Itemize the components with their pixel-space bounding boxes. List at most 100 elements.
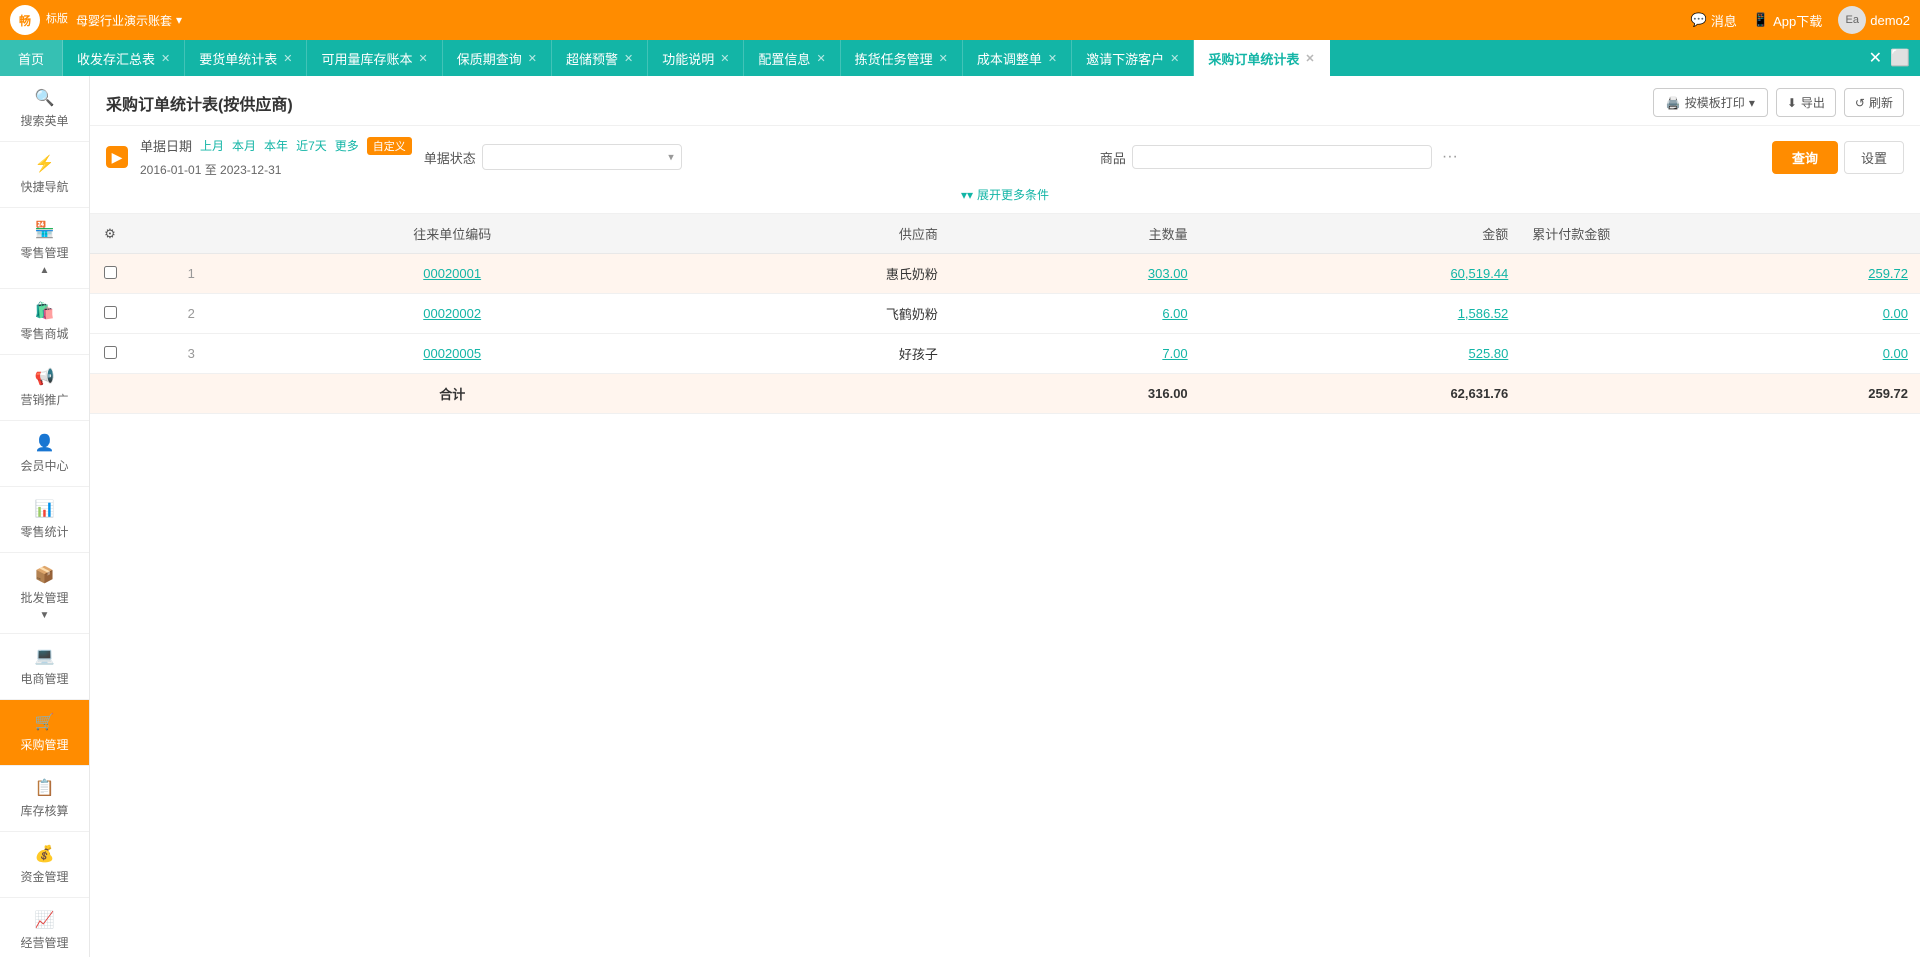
- tab-function-desc[interactable]: 功能说明 ✕: [648, 40, 744, 76]
- paid-amount-link[interactable]: 259.72: [1868, 266, 1908, 281]
- close-function-desc[interactable]: ✕: [720, 52, 729, 65]
- tab-function-desc-label: 功能说明: [662, 49, 714, 68]
- amount-link[interactable]: 1,586.52: [1458, 306, 1509, 321]
- sidebar-item-inventory-check[interactable]: 📋 库存核算: [0, 766, 89, 832]
- tab-overstock-alert[interactable]: 超储预警 ✕: [552, 40, 648, 76]
- main-layout: 🔍 搜索英单 ⚡ 快捷导航 🏪 零售管理 ▲ 🛍️ 零售商城 📢 营销推广 👤 …: [0, 76, 1920, 957]
- user-area[interactable]: Ea demo2: [1838, 6, 1910, 34]
- message-btn[interactable]: 💬 消息: [1691, 11, 1737, 30]
- tab-order-stats[interactable]: 要货单统计表 ✕: [185, 40, 307, 76]
- sidebar-item-quick-nav[interactable]: ⚡ 快捷导航: [0, 142, 89, 208]
- close-stocking-task[interactable]: ✕: [939, 52, 948, 65]
- sidebar-item-purchase-manage[interactable]: 🛒 采购管理: [0, 700, 89, 766]
- tab-cost-adjust[interactable]: 成本调整单 ✕: [963, 40, 1072, 76]
- table-container: ⚙ 往来单位编码 供应商 主数量 金额: [90, 214, 1920, 957]
- workspace-selector[interactable]: 母婴行业演示账套 ▾: [76, 12, 182, 29]
- filter-toggle-button[interactable]: ▶: [106, 146, 128, 168]
- tab-stocking-task-label: 拣货任务管理: [855, 49, 933, 68]
- app-download-btn[interactable]: 📱 App下载: [1753, 11, 1822, 30]
- quantity-link[interactable]: 6.00: [1162, 306, 1187, 321]
- sidebar-item-wholesale-manage[interactable]: 📦 批发管理 ▼: [0, 553, 89, 634]
- tab-config-info[interactable]: 配置信息 ✕: [744, 40, 840, 76]
- tab-purchase-stats[interactable]: 采购订单统计表 ✕: [1194, 40, 1329, 76]
- tab-invite-downstream[interactable]: 邀请下游客户 ✕: [1072, 40, 1194, 76]
- sidebar-item-finance[interactable]: 💰 资金管理: [0, 832, 89, 898]
- shortcut-7days[interactable]: 近7天: [296, 137, 327, 154]
- row-checkbox[interactable]: [104, 346, 117, 359]
- sidebar-item-operation[interactable]: 📈 经营管理: [0, 898, 89, 957]
- row-num-cell: 2: [130, 294, 252, 334]
- unit-code-link[interactable]: 00020005: [423, 346, 481, 361]
- gear-icon[interactable]: ⚙: [104, 226, 116, 241]
- goods-dots-button[interactable]: ···: [1438, 144, 1462, 170]
- sidebar-item-search-label: 搜索英单: [20, 112, 68, 129]
- shortcut-this-month[interactable]: 本月: [232, 137, 256, 154]
- close-overstock-alert[interactable]: ✕: [624, 52, 633, 65]
- quantity-link[interactable]: 303.00: [1148, 266, 1188, 281]
- amount-link[interactable]: 525.80: [1469, 346, 1509, 361]
- close-purchase-stats[interactable]: ✕: [1305, 52, 1314, 65]
- logo-area: 畅 标版: [10, 5, 68, 35]
- filter-area: ▶ 单据日期 上月 本月 本年 近7天 更多 自定义 2016-01-01 至 …: [90, 126, 1920, 214]
- inventory-check-icon: 📋: [35, 778, 55, 798]
- amount-cell: 1,586.52: [1200, 294, 1521, 334]
- row-checkbox[interactable]: [104, 266, 117, 279]
- app-label: App下载: [1773, 11, 1822, 30]
- goods-input[interactable]: [1132, 145, 1432, 169]
- sidebar-item-ecommerce[interactable]: 💻 电商管理: [0, 634, 89, 700]
- sidebar-item-retail-manage-label: 零售管理: [20, 244, 68, 261]
- status-label: 单据状态: [424, 148, 476, 167]
- message-label: 消息: [1711, 11, 1737, 30]
- unit-code-link[interactable]: 00020002: [423, 306, 481, 321]
- unit-code-cell: 00020001: [252, 254, 652, 294]
- shortcut-last-month[interactable]: 上月: [200, 137, 224, 154]
- paid-amount-link[interactable]: 0.00: [1883, 346, 1908, 361]
- sidebar-item-wholesale-manage-label: 批发管理: [20, 589, 68, 606]
- export-icon: ⬇: [1787, 96, 1797, 110]
- row-checkbox-cell: [90, 294, 130, 334]
- top-bar-left: 畅 标版 母婴行业演示账套 ▾: [10, 5, 182, 35]
- shortcut-this-year[interactable]: 本年: [264, 137, 288, 154]
- filter-row: ▶ 单据日期 上月 本月 本年 近7天 更多 自定义 2016-01-01 至 …: [106, 136, 1904, 178]
- quantity-link[interactable]: 7.00: [1162, 346, 1187, 361]
- footer-quantity: 316.00: [950, 374, 1200, 414]
- operation-icon: 📈: [35, 910, 55, 930]
- sidebar-item-marketing[interactable]: 📢 营销推广: [0, 355, 89, 421]
- paid-amount-link[interactable]: 0.00: [1883, 306, 1908, 321]
- quantity-cell: 303.00: [950, 254, 1200, 294]
- sidebar-item-search[interactable]: 🔍 搜索英单: [0, 76, 89, 142]
- tab-warranty-query[interactable]: 保质期查询 ✕: [443, 40, 552, 76]
- expand-more-btn[interactable]: ▾▾ 展开更多条件: [106, 186, 1904, 203]
- shortcut-more[interactable]: 更多: [335, 137, 359, 154]
- status-select[interactable]: [482, 144, 682, 170]
- amount-link[interactable]: 60,519.44: [1450, 266, 1508, 281]
- close-cost-adjust[interactable]: ✕: [1048, 52, 1057, 65]
- close-invite-downstream[interactable]: ✕: [1170, 52, 1179, 65]
- sidebar-item-retail-mall-label: 零售商城: [20, 325, 68, 342]
- export-button[interactable]: ⬇ 导出: [1776, 88, 1836, 117]
- close-all-tabs-icon[interactable]: ✕: [1869, 48, 1882, 68]
- refresh-button[interactable]: ↺ 刷新: [1844, 88, 1904, 117]
- settings-button[interactable]: 设置: [1844, 141, 1904, 174]
- close-config-info[interactable]: ✕: [816, 52, 825, 65]
- close-available-stock[interactable]: ✕: [419, 52, 428, 65]
- top-bar-right: 💬 消息 📱 App下载 Ea demo2: [1691, 6, 1910, 34]
- tab-receive-summary[interactable]: 收发存汇总表 ✕: [63, 40, 185, 76]
- logo-text: 标版: [46, 13, 68, 26]
- sidebar-item-retail-stats[interactable]: 📊 零售统计: [0, 487, 89, 553]
- tab-home[interactable]: 首页: [0, 40, 63, 76]
- query-button[interactable]: 查询: [1772, 141, 1838, 174]
- sidebar-item-retail-manage[interactable]: 🏪 零售管理 ▲: [0, 208, 89, 289]
- unit-code-link[interactable]: 00020001: [423, 266, 481, 281]
- sidebar-item-retail-mall[interactable]: 🛍️ 零售商城: [0, 289, 89, 355]
- template-print-button[interactable]: 🖨️ 按模板打印 ▾: [1653, 88, 1768, 117]
- close-warranty-query[interactable]: ✕: [528, 52, 537, 65]
- content-area: 采购订单统计表(按供应商) 🖨️ 按模板打印 ▾ ⬇ 导出 ↺ 刷新: [90, 76, 1920, 957]
- close-receive-summary[interactable]: ✕: [161, 52, 170, 65]
- restore-window-icon[interactable]: ⬜: [1890, 48, 1910, 68]
- sidebar-item-member-center[interactable]: 👤 会员中心: [0, 421, 89, 487]
- close-order-stats[interactable]: ✕: [283, 52, 292, 65]
- tab-available-stock[interactable]: 可用量库存账本 ✕: [307, 40, 442, 76]
- row-checkbox[interactable]: [104, 306, 117, 319]
- tab-stocking-task[interactable]: 拣货任务管理 ✕: [841, 40, 963, 76]
